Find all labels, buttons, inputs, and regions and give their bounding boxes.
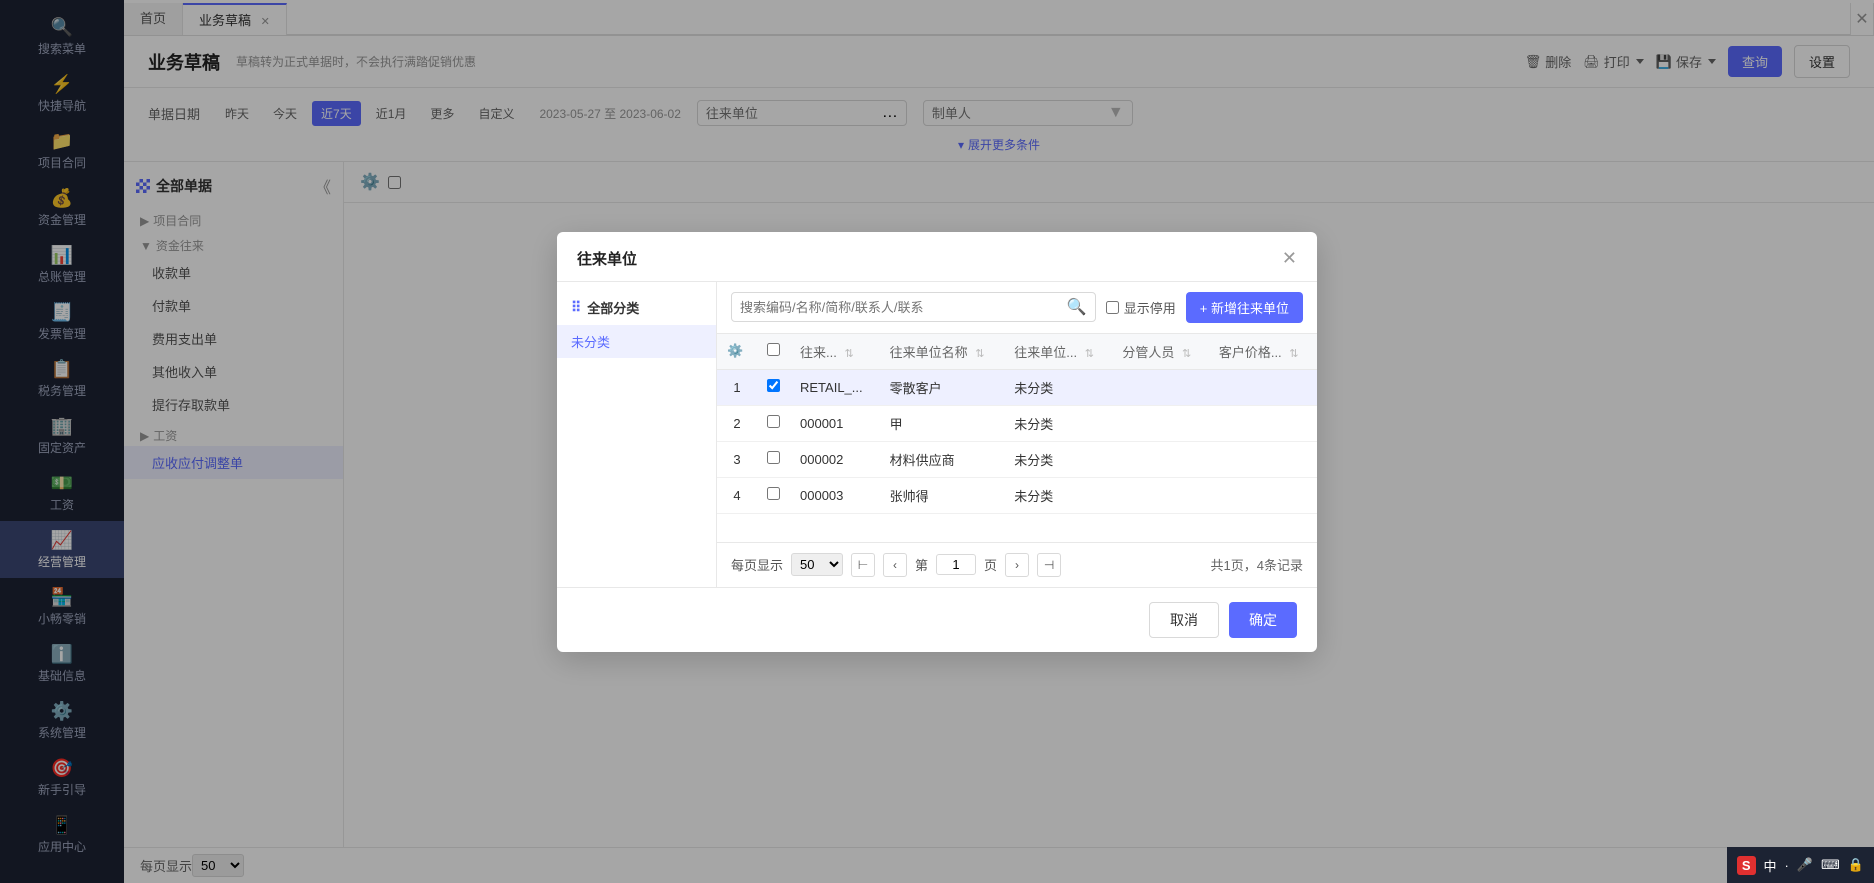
col-header-settings: ⚙️ <box>717 334 757 370</box>
row-category: 未分类 <box>1004 477 1112 513</box>
row-checkbox[interactable] <box>757 405 790 441</box>
row-price <box>1209 369 1317 405</box>
row-num: 3 <box>717 441 757 477</box>
status-mic: 🎤 <box>1797 857 1813 873</box>
partner-table: ⚙️ 往来... ⇅ 往来单位名称 ⇅ 往来单位... ⇅ 分管人员 ⇅ 客户价… <box>717 334 1317 514</box>
statusbar: S 中 · 🎤 ⌨ 🔒 <box>1727 847 1874 883</box>
dialog-left-panel: ⠿ 全部分类 未分类 <box>557 282 717 587</box>
table-row[interactable]: 2 000001 甲 未分类 <box>717 405 1317 441</box>
row-category: 未分类 <box>1004 405 1112 441</box>
status-keyboard: ⌨ <box>1821 857 1840 873</box>
show-disabled-toggle[interactable]: 显示停用 <box>1106 298 1176 317</box>
confirm-button[interactable]: 确定 <box>1229 602 1297 638</box>
page-number-input[interactable] <box>936 554 976 575</box>
status-zh: 中 <box>1764 856 1777 875</box>
last-page-btn[interactable]: ⊣ <box>1037 553 1061 577</box>
page-label-first: 第 <box>915 555 928 574</box>
table-select-all[interactable] <box>767 343 780 356</box>
next-page-btn[interactable]: › <box>1005 553 1029 577</box>
col-header-name: 往来单位名称 ⇅ <box>880 334 1005 370</box>
prev-page-btn[interactable]: ‹ <box>883 553 907 577</box>
row-price <box>1209 477 1317 513</box>
row-num: 2 <box>717 405 757 441</box>
col-header-code: 往来... ⇅ <box>790 334 880 370</box>
cancel-button[interactable]: 取消 <box>1149 602 1219 638</box>
row-code: 000001 <box>790 405 880 441</box>
dialog-right-toolbar: 🔍 显示停用 + 新增往来单位 <box>717 282 1317 334</box>
row-checkbox[interactable] <box>757 369 790 405</box>
dialog-search-wrap: 🔍 <box>731 292 1096 322</box>
row-price <box>1209 441 1317 477</box>
row-checkbox[interactable] <box>757 441 790 477</box>
dialog-pagination: 每页显示 50 100 ⊢ ‹ 第 页 › ⊣ 共1页，4条记录 <box>717 542 1317 587</box>
row-manager <box>1112 369 1208 405</box>
status-dot: · <box>1785 858 1789 873</box>
per-page-label: 每页显示 <box>731 555 783 574</box>
s-logo: S <box>1737 856 1756 875</box>
row-manager <box>1112 405 1208 441</box>
row-code: RETAIL_... <box>790 369 880 405</box>
col-header-price: 客户价格... ⇅ <box>1209 334 1317 370</box>
grid-icon-dialog: ⠿ <box>571 299 581 316</box>
row-code: 000003 <box>790 477 880 513</box>
table-row[interactable]: 1 RETAIL_... 零散客户 未分类 <box>717 369 1317 405</box>
partner-dialog: 往来单位 ✕ ⠿ 全部分类 未分类 🔍 <box>557 232 1317 652</box>
row-name: 张帅得 <box>880 477 1005 513</box>
row-num: 1 <box>717 369 757 405</box>
row-num: 4 <box>717 477 757 513</box>
row-price <box>1209 405 1317 441</box>
dialog-search-input[interactable] <box>740 300 1061 315</box>
row-manager <box>1112 477 1208 513</box>
dialog-right-panel: 🔍 显示停用 + 新增往来单位 ⚙️ <box>717 282 1317 587</box>
modal-overlay: 往来单位 ✕ ⠿ 全部分类 未分类 🔍 <box>0 0 1874 883</box>
row-name: 零散客户 <box>880 369 1005 405</box>
row-manager <box>1112 441 1208 477</box>
row-checkbox[interactable] <box>757 477 790 513</box>
page-label-last: 页 <box>984 555 997 574</box>
show-disabled-checkbox[interactable] <box>1106 301 1119 314</box>
total-info: 共1页，4条记录 <box>1211 555 1303 574</box>
dialog-category-unclassified[interactable]: 未分类 <box>557 325 716 358</box>
add-partner-button[interactable]: + 新增往来单位 <box>1186 292 1303 323</box>
dialog-table-scroll: ⚙️ 往来... ⇅ 往来单位名称 ⇅ 往来单位... ⇅ 分管人员 ⇅ 客户价… <box>717 334 1317 542</box>
dialog-close-button[interactable]: ✕ <box>1282 249 1297 267</box>
row-code: 000002 <box>790 441 880 477</box>
col-header-checkbox <box>757 334 790 370</box>
row-category: 未分类 <box>1004 441 1112 477</box>
row-name: 材料供应商 <box>880 441 1005 477</box>
dialog-header: 往来单位 ✕ <box>557 232 1317 282</box>
first-page-btn[interactable]: ⊢ <box>851 553 875 577</box>
dialog-title: 往来单位 <box>577 248 637 269</box>
row-category: 未分类 <box>1004 369 1112 405</box>
search-icon: 🔍 <box>1067 297 1087 317</box>
col-header-manager: 分管人员 ⇅ <box>1112 334 1208 370</box>
per-page-select[interactable]: 50 100 <box>791 553 843 576</box>
dialog-actions: 取消 确定 <box>557 587 1317 652</box>
dialog-left-title: ⠿ 全部分类 <box>557 294 716 325</box>
status-lock: 🔒 <box>1848 857 1864 873</box>
col-header-category: 往来单位... ⇅ <box>1004 334 1112 370</box>
dialog-body: ⠿ 全部分类 未分类 🔍 显示停用 + 新增往来单位 <box>557 282 1317 587</box>
table-row[interactable]: 3 000002 材料供应商 未分类 <box>717 441 1317 477</box>
table-row[interactable]: 4 000003 张帅得 未分类 <box>717 477 1317 513</box>
row-name: 甲 <box>880 405 1005 441</box>
